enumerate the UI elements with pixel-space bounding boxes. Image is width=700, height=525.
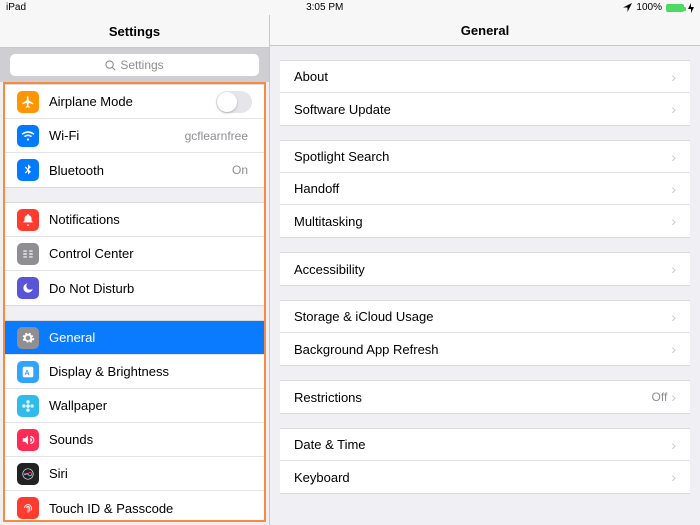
sidebar-item-bluetooth[interactable]: BluetoothOn	[5, 153, 264, 187]
sidebar-highlight: Airplane ModeWi-FigcflearnfreeBluetoothO…	[3, 82, 266, 522]
detail-row-label: Multitasking	[294, 214, 671, 229]
sidebar-item-value: On	[232, 163, 248, 177]
location-icon	[623, 3, 632, 12]
chevron-right-icon: ›	[671, 261, 676, 277]
sidebar-item-label: Siri	[49, 466, 252, 481]
detail-row[interactable]: RestrictionsOff›	[280, 381, 690, 413]
sidebar-item-label: Notifications	[49, 212, 252, 227]
search-placeholder: Settings	[120, 58, 163, 72]
gear-icon	[17, 327, 39, 349]
svg-text:A: A	[25, 369, 30, 376]
sidebar-item-label: Wi-Fi	[49, 128, 185, 143]
detail-row[interactable]: Storage & iCloud Usage›	[280, 301, 690, 333]
chevron-right-icon: ›	[671, 101, 676, 117]
detail-row[interactable]: Keyboard›	[280, 461, 690, 493]
detail-row-value: Off	[652, 390, 668, 404]
detail-row[interactable]: Spotlight Search›	[280, 141, 690, 173]
detail-row[interactable]: Handoff›	[280, 173, 690, 205]
detail-panel: General About›Software Update›Spotlight …	[270, 15, 700, 525]
detail-row-label: Restrictions	[294, 390, 652, 405]
sidebar-item-control[interactable]: Control Center	[5, 237, 264, 271]
chevron-right-icon: ›	[671, 437, 676, 453]
detail-group: Storage & iCloud Usage›Background App Re…	[280, 300, 690, 366]
chevron-right-icon: ›	[671, 341, 676, 357]
toggle-switch[interactable]	[216, 91, 252, 113]
sidebar-item-label: Airplane Mode	[49, 94, 216, 109]
sidebar-title: Settings	[0, 15, 269, 48]
finger-icon	[17, 497, 39, 519]
sidebar-item-touchid[interactable]: Touch ID & Passcode	[5, 491, 264, 520]
sidebar-item-sounds[interactable]: Sounds	[5, 423, 264, 457]
charging-icon	[688, 3, 694, 13]
detail-row-label: Background App Refresh	[294, 342, 671, 357]
sidebar-group: General A Display & Brightness Wallpaper Sou…	[5, 320, 264, 520]
sidebar-item-wifi[interactable]: Wi-Figcflearnfree	[5, 119, 264, 153]
wifi-icon	[17, 125, 39, 147]
moon-icon	[17, 277, 39, 299]
chevron-right-icon: ›	[671, 149, 676, 165]
sidebar-item-label: Sounds	[49, 432, 252, 447]
detail-title: General	[270, 15, 700, 46]
detail-row[interactable]: Accessibility›	[280, 253, 690, 285]
detail-row[interactable]: About›	[280, 61, 690, 93]
sidebar-item-label: Bluetooth	[49, 163, 232, 178]
sidebar-item-dnd[interactable]: Do Not Disturb	[5, 271, 264, 305]
chevron-right-icon: ›	[671, 309, 676, 325]
detail-row-label: Software Update	[294, 102, 671, 117]
sidebar-item-label: Control Center	[49, 246, 252, 261]
sidebar-group: Airplane ModeWi-FigcflearnfreeBluetoothO…	[5, 84, 264, 188]
sidebar-item-label: Touch ID & Passcode	[49, 501, 252, 516]
detail-group: RestrictionsOff›	[280, 380, 690, 414]
chevron-right-icon: ›	[671, 69, 676, 85]
detail-row[interactable]: Multitasking›	[280, 205, 690, 237]
sidebar-item-display[interactable]: A Display & Brightness	[5, 355, 264, 389]
battery-icon	[666, 4, 684, 12]
sidebar-item-airplane[interactable]: Airplane Mode	[5, 85, 264, 119]
detail-row-label: Date & Time	[294, 437, 671, 452]
sidebar-item-siri[interactable]: Siri	[5, 457, 264, 491]
detail-row-label: Keyboard	[294, 470, 671, 485]
search-icon	[105, 60, 116, 71]
bluetooth-icon	[17, 159, 39, 181]
detail-row[interactable]: Background App Refresh›	[280, 333, 690, 365]
sidebar-item-label: Wallpaper	[49, 398, 252, 413]
sidebar-item-wallpaper[interactable]: Wallpaper	[5, 389, 264, 423]
chevron-right-icon: ›	[671, 213, 676, 229]
sidebar-group: Notifications Control Center Do Not Distur…	[5, 202, 264, 306]
airplane-icon	[17, 91, 39, 113]
detail-group: Date & Time›Keyboard›	[280, 428, 690, 494]
sidebar-item-value: gcflearnfree	[185, 129, 248, 143]
detail-group: Spotlight Search›Handoff›Multitasking›	[280, 140, 690, 238]
detail-group: About›Software Update›	[280, 60, 690, 126]
control-icon	[17, 243, 39, 265]
detail-row-label: Handoff	[294, 181, 671, 196]
detail-row[interactable]: Date & Time›	[280, 429, 690, 461]
chevron-right-icon: ›	[671, 389, 676, 405]
battery-pct: 100%	[636, 2, 662, 13]
sidebar-item-label: Do Not Disturb	[49, 281, 252, 296]
sidebar-item-label: General	[49, 330, 252, 345]
brightness-icon: A	[17, 361, 39, 383]
flower-icon	[17, 395, 39, 417]
detail-row-label: Storage & iCloud Usage	[294, 309, 671, 324]
status-bar: iPad 3:05 PM 100%	[0, 0, 700, 15]
sidebar-item-notifications[interactable]: Notifications	[5, 203, 264, 237]
speaker-icon	[17, 429, 39, 451]
sidebar-item-label: Display & Brightness	[49, 364, 252, 379]
sidebar-item-general[interactable]: General	[5, 321, 264, 355]
detail-row-label: Accessibility	[294, 262, 671, 277]
bell-icon	[17, 209, 39, 231]
detail-row-label: Spotlight Search	[294, 149, 671, 164]
clock: 3:05 PM	[306, 2, 343, 13]
device-label: iPad	[6, 2, 26, 13]
detail-row-label: About	[294, 69, 671, 84]
search-input[interactable]: Settings	[10, 54, 259, 76]
search-wrap: Settings	[0, 48, 269, 82]
detail-row[interactable]: Software Update›	[280, 93, 690, 125]
chevron-right-icon: ›	[671, 181, 676, 197]
siri-icon	[17, 463, 39, 485]
settings-sidebar: Settings Settings Airplane Mode Wi-Figcfl…	[0, 15, 270, 525]
detail-group: Accessibility›	[280, 252, 690, 286]
chevron-right-icon: ›	[671, 469, 676, 485]
